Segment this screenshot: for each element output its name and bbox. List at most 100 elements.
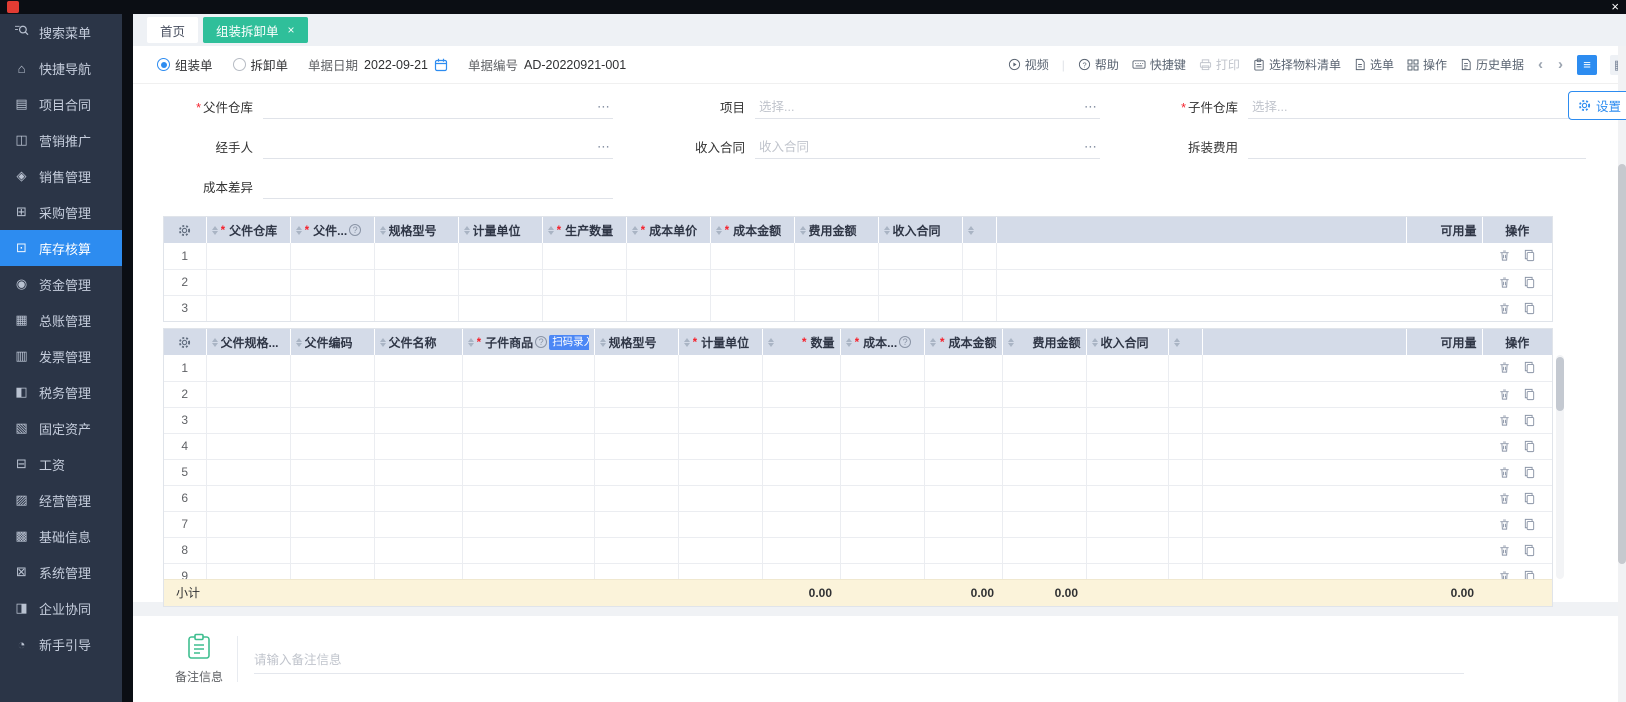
sidebar-item-system-mgmt[interactable]: ⊠ 系统管理 bbox=[0, 554, 122, 590]
cell-parent-code[interactable] bbox=[290, 563, 375, 579]
cell-child-item[interactable] bbox=[462, 407, 595, 434]
sort-icon[interactable] bbox=[547, 225, 554, 235]
col-header-cost-amount[interactable]: * 成本金额 bbox=[710, 217, 795, 243]
cell-parent-name[interactable] bbox=[374, 459, 463, 486]
settings-button[interactable]: 设置 bbox=[1567, 91, 1626, 120]
cell-spec-model[interactable] bbox=[594, 407, 679, 434]
cell-extra[interactable] bbox=[1168, 485, 1203, 512]
sort-icon[interactable] bbox=[211, 225, 218, 235]
cell-parent-code[interactable] bbox=[290, 355, 375, 382]
cell-parent-name[interactable] bbox=[374, 511, 463, 538]
cell-available[interactable] bbox=[1406, 485, 1482, 512]
sidebar-item-tax-mgmt[interactable]: ◧ 税务管理 bbox=[0, 374, 122, 410]
cell-extra[interactable] bbox=[962, 243, 997, 270]
cell-available[interactable] bbox=[1406, 381, 1482, 408]
column-settings-gear-icon[interactable] bbox=[169, 329, 201, 355]
cell-cost-amount[interactable] bbox=[710, 295, 795, 321]
cell-child-item[interactable] bbox=[462, 381, 595, 408]
cell-income-contract[interactable] bbox=[1086, 485, 1169, 512]
scan-entry-badge[interactable]: 扫码录入 bbox=[549, 334, 589, 350]
cell-parent-code[interactable] bbox=[290, 407, 375, 434]
col-header-parent-item[interactable]: * 父件...? bbox=[290, 217, 375, 243]
col-header-cost-amount[interactable]: * 成本金额 bbox=[924, 329, 1003, 355]
cost-difference-input[interactable] bbox=[263, 173, 613, 199]
delete-row-button[interactable] bbox=[1498, 518, 1511, 531]
sort-icon[interactable] bbox=[379, 337, 386, 347]
cell-child-item[interactable] bbox=[462, 459, 595, 486]
cell-qty[interactable] bbox=[762, 407, 841, 434]
cell-filler[interactable] bbox=[1202, 485, 1406, 512]
action-operations[interactable]: 操作 bbox=[1407, 56, 1447, 73]
col-header-unit[interactable]: 计量单位 bbox=[458, 217, 543, 243]
copy-row-button[interactable] bbox=[1523, 570, 1536, 579]
cell-unit[interactable] bbox=[678, 459, 763, 486]
action-history-orders[interactable]: 历史单据 bbox=[1460, 56, 1524, 73]
cell-spec-model[interactable] bbox=[594, 485, 679, 512]
cell-filler[interactable] bbox=[1202, 511, 1406, 538]
cell-cost-amount[interactable] bbox=[924, 355, 1003, 382]
cell-filler[interactable] bbox=[996, 295, 1406, 321]
cell-parent-code[interactable] bbox=[290, 381, 375, 408]
cell-cost-amount[interactable] bbox=[710, 269, 795, 296]
cell-fee-amount[interactable] bbox=[1002, 485, 1087, 512]
sort-icon[interactable] bbox=[379, 225, 386, 235]
sidebar-item-basic-info[interactable]: ▩ 基础信息 bbox=[0, 518, 122, 554]
cell-parent-code[interactable] bbox=[290, 459, 375, 486]
cell-parent-code[interactable] bbox=[290, 433, 375, 460]
delete-row-button[interactable] bbox=[1498, 388, 1511, 401]
page-scrollbar[interactable] bbox=[1618, 46, 1626, 702]
col-header-extra[interactable] bbox=[962, 217, 997, 243]
cell-parent-item[interactable] bbox=[290, 243, 375, 270]
cell-spec-model[interactable] bbox=[594, 459, 679, 486]
cell-unit[interactable] bbox=[678, 407, 763, 434]
copy-row-button[interactable] bbox=[1523, 440, 1536, 453]
sort-icon[interactable] bbox=[929, 337, 936, 347]
cell-parent-spec[interactable] bbox=[206, 381, 291, 408]
cell-parent-name[interactable] bbox=[374, 537, 463, 564]
help-icon[interactable]: ? bbox=[535, 336, 548, 348]
cell-parent-name[interactable] bbox=[374, 407, 463, 434]
cell-unit[interactable] bbox=[678, 485, 763, 512]
cell-income-contract[interactable] bbox=[1086, 563, 1169, 579]
cell-cost-amount[interactable] bbox=[924, 485, 1003, 512]
cell-qty[interactable] bbox=[762, 355, 841, 382]
cell-fee-amount[interactable] bbox=[1002, 381, 1087, 408]
sidebar-item-funds-mgmt[interactable]: ◉ 资金管理 bbox=[0, 266, 122, 302]
cell-filler[interactable] bbox=[1202, 433, 1406, 460]
sort-icon[interactable] bbox=[463, 225, 470, 235]
action-shortcut-keys[interactable]: 快捷键 bbox=[1132, 56, 1186, 73]
cell-income-contract[interactable] bbox=[1086, 459, 1169, 486]
sidebar-item-project-contract[interactable]: ▤ 项目合同 bbox=[0, 86, 122, 122]
col-header-income-contract[interactable]: 收入合同 bbox=[1086, 329, 1169, 355]
cell-parent-name[interactable] bbox=[374, 355, 463, 382]
sidebar-item-inventory-accounting[interactable]: ⊡ 库存核算 bbox=[0, 230, 122, 266]
tab-assembly-disassembly-order[interactable]: 组装拆卸单 × bbox=[203, 17, 308, 43]
next-arrow-icon[interactable]: › bbox=[1557, 56, 1564, 73]
cell-available[interactable] bbox=[1406, 459, 1482, 486]
delete-row-button[interactable] bbox=[1498, 249, 1511, 262]
sidebar-item-sales-mgmt[interactable]: ◈ 销售管理 bbox=[0, 158, 122, 194]
col-header-cost-price[interactable]: * 成本单价 bbox=[626, 217, 711, 243]
cell-parent-warehouse[interactable] bbox=[206, 269, 291, 296]
cell-filler[interactable] bbox=[1202, 537, 1406, 564]
cell-extra[interactable] bbox=[1168, 381, 1203, 408]
cell-extra[interactable] bbox=[1168, 459, 1203, 486]
cell-fee-amount[interactable] bbox=[794, 243, 879, 270]
cell-unit[interactable] bbox=[678, 563, 763, 579]
cell-parent-spec[interactable] bbox=[206, 459, 291, 486]
cell-production-qty[interactable] bbox=[542, 243, 627, 270]
cell-cost-amount[interactable] bbox=[924, 381, 1003, 408]
sort-icon[interactable] bbox=[715, 225, 722, 235]
col-header-child-item[interactable]: *子件商品?扫码录入 bbox=[462, 329, 595, 355]
cell-spec-model[interactable] bbox=[374, 295, 459, 321]
cell-income-contract[interactable] bbox=[878, 269, 963, 296]
cell-fee-amount[interactable] bbox=[794, 295, 879, 321]
cell-income-contract[interactable] bbox=[1086, 355, 1169, 382]
copy-row-button[interactable] bbox=[1523, 492, 1536, 505]
child-warehouse-input[interactable]: 选择...⋯ bbox=[1248, 93, 1586, 119]
cell-available[interactable] bbox=[1406, 433, 1482, 460]
cell-available[interactable] bbox=[1406, 407, 1482, 434]
document-date-value[interactable]: 2022-09-21 bbox=[364, 58, 428, 72]
sort-icon[interactable] bbox=[767, 337, 774, 347]
sidebar-item-marketing[interactable]: ◫ 营销推广 bbox=[0, 122, 122, 158]
